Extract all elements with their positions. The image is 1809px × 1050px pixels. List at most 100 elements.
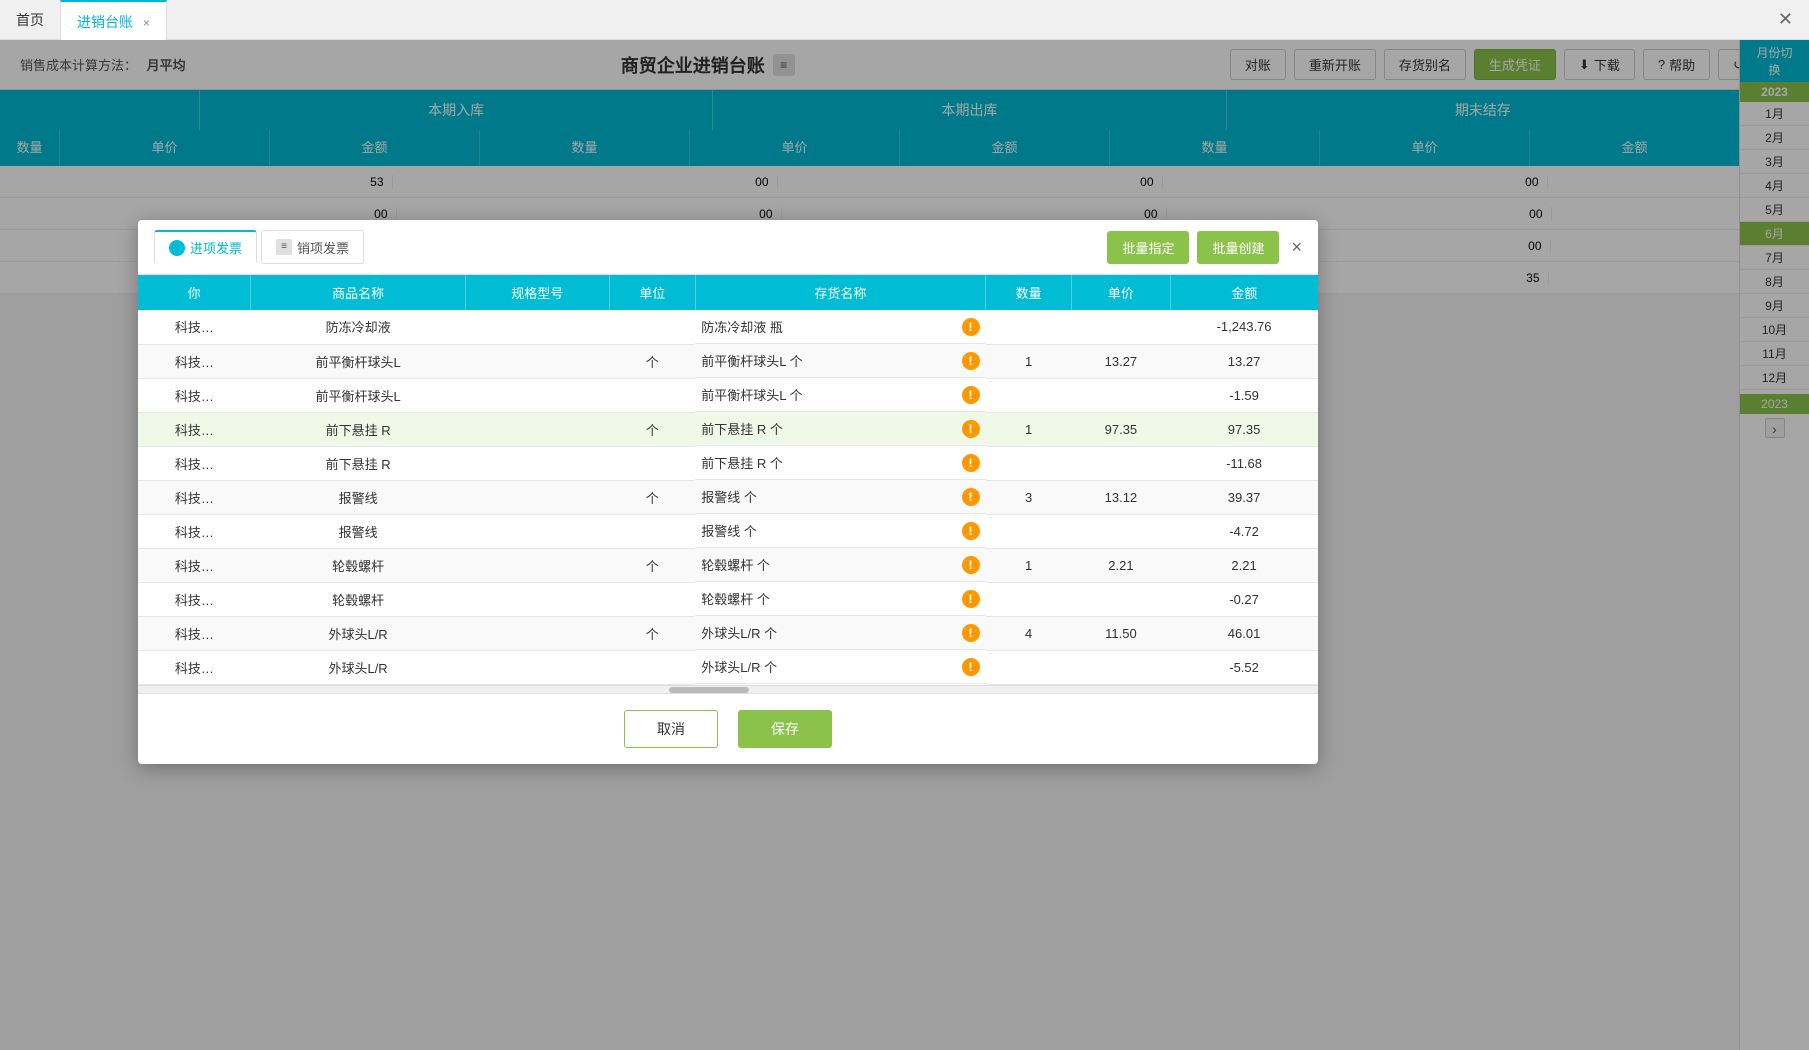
cell-amount: 39.37: [1170, 480, 1318, 514]
cell-amount: -0.27: [1170, 582, 1318, 616]
main-page: 销售成本计算方法： 月平均 商贸企业进销台账 ≡ 对账 重新开账 存货别名 生成…: [0, 40, 1809, 1050]
cell-unit: 个: [609, 412, 695, 446]
warning-icon[interactable]: !: [962, 556, 980, 574]
cell-unit-price: [1072, 310, 1170, 344]
cell-quantity: [986, 650, 1072, 684]
dialog-tabs: 进项发票 ≡ 销项发票: [154, 230, 364, 264]
tab-close-icon[interactable]: ×: [143, 16, 150, 30]
cell-amount: -1.59: [1170, 378, 1318, 412]
cell-amount: -4.72: [1170, 514, 1318, 548]
warning-icon[interactable]: !: [962, 488, 980, 506]
th-amount: 金额: [1170, 275, 1318, 310]
income-invoice-icon: [169, 240, 185, 256]
cell-product: 外球头L/R: [251, 616, 466, 650]
warning-icon[interactable]: !: [962, 352, 980, 370]
batch-create-button[interactable]: 批量创建: [1197, 231, 1279, 264]
cell-spec: [465, 378, 609, 412]
warning-icon[interactable]: !: [962, 624, 980, 642]
cell-unit-price: 11.50: [1072, 616, 1170, 650]
table-row: 科技…报警线报警线 个!-4.72: [138, 514, 1318, 548]
cell-spec: [465, 412, 609, 446]
cell-amount: -11.68: [1170, 446, 1318, 480]
cell-stock: 轮毂螺杆 个!: [695, 582, 985, 616]
cell-unit-price: [1072, 446, 1170, 480]
cell-unit: [609, 446, 695, 480]
th-stock-name: 存货名称: [695, 275, 985, 310]
cell-quantity: 1: [986, 344, 1072, 378]
table-body: 科技…防冻冷却液防冻冷却液 瓶!-1,243.76科技…前平衡杆球头L个前平衡杆…: [138, 310, 1318, 684]
cell-stock: 轮毂螺杆 个!: [695, 548, 985, 582]
cell-unit: [609, 582, 695, 616]
table-row: 科技…轮毂螺杆轮毂螺杆 个!-0.27: [138, 582, 1318, 616]
table-row: 科技…外球头L/R个外球头L/R 个!411.5046.01: [138, 616, 1318, 650]
warning-icon[interactable]: !: [962, 454, 980, 472]
save-button[interactable]: 保存: [738, 710, 832, 748]
dialog-scrollbar-thumb[interactable]: [669, 687, 749, 693]
cell-company: 科技…: [138, 582, 251, 616]
cell-unit: [609, 310, 695, 344]
cell-company: 科技…: [138, 344, 251, 378]
cell-stock: 前下悬挂 R 个!: [695, 412, 985, 446]
cell-spec: [465, 310, 609, 344]
table-row: 科技…报警线个报警线 个!313.1239.37: [138, 480, 1318, 514]
cell-company: 科技…: [138, 310, 251, 344]
th-unit: 单位: [609, 275, 695, 310]
cell-quantity: 4: [986, 616, 1072, 650]
dialog-close-button[interactable]: ×: [1291, 237, 1302, 258]
page-content: 销售成本计算方法： 月平均 商贸企业进销台账 ≡ 对账 重新开账 存货别名 生成…: [0, 40, 1809, 1050]
cell-spec: [465, 446, 609, 480]
tab-ledger[interactable]: 进销台账 ×: [60, 0, 167, 40]
cell-unit: [609, 514, 695, 548]
th-company: 你: [138, 275, 251, 310]
cell-unit-price: [1072, 514, 1170, 548]
th-spec: 规格型号: [465, 275, 609, 310]
batch-assign-button[interactable]: 批量指定: [1107, 231, 1189, 264]
cell-quantity: [986, 582, 1072, 616]
cell-product: 前平衡杆球头L: [251, 378, 466, 412]
cell-quantity: 3: [986, 480, 1072, 514]
cell-unit: 个: [609, 548, 695, 582]
cell-spec: [465, 616, 609, 650]
th-unit-price: 单价: [1072, 275, 1170, 310]
cancel-button[interactable]: 取消: [624, 710, 718, 748]
cell-quantity: [986, 310, 1072, 344]
window-close-button[interactable]: ✕: [1770, 9, 1801, 30]
cell-amount: 97.35: [1170, 412, 1318, 446]
dialog-table-container[interactable]: 你 商品名称 规格型号 单位 存货名称 数量 单价 金额 科技…防冻冷却液防冻冷…: [138, 275, 1318, 685]
table-header-row: 你 商品名称 规格型号 单位 存货名称 数量 单价 金额: [138, 275, 1318, 310]
warning-icon[interactable]: !: [962, 522, 980, 540]
dialog-footer: 取消 保存: [138, 693, 1318, 764]
cell-product: 外球头L/R: [251, 650, 466, 684]
cell-unit-price: 2.21: [1072, 548, 1170, 582]
cell-quantity: [986, 378, 1072, 412]
cell-unit-price: 97.35: [1072, 412, 1170, 446]
cell-amount: 46.01: [1170, 616, 1318, 650]
cell-unit: [609, 378, 695, 412]
cell-amount: 2.21: [1170, 548, 1318, 582]
warning-icon[interactable]: !: [962, 658, 980, 676]
table-head: 你 商品名称 规格型号 单位 存货名称 数量 单价 金额: [138, 275, 1318, 310]
cell-stock: 前平衡杆球头L 个!: [695, 344, 985, 378]
cell-quantity: 1: [986, 412, 1072, 446]
table-row: 科技…前平衡杆球头L前平衡杆球头L 个!-1.59: [138, 378, 1318, 412]
tab-sales-invoice[interactable]: ≡ 销项发票: [261, 230, 364, 264]
warning-icon[interactable]: !: [962, 590, 980, 608]
warning-icon[interactable]: !: [962, 386, 980, 404]
cell-unit-price: 13.12: [1072, 480, 1170, 514]
cell-stock: 防冻冷却液 瓶!: [695, 310, 985, 344]
warning-icon[interactable]: !: [962, 420, 980, 438]
warning-icon[interactable]: !: [962, 318, 980, 336]
cell-company: 科技…: [138, 548, 251, 582]
dialog-table: 你 商品名称 规格型号 单位 存货名称 数量 单价 金额 科技…防冻冷却液防冻冷…: [138, 275, 1318, 685]
dialog-scrollbar[interactable]: [138, 685, 1318, 693]
th-product-name: 商品名称: [251, 275, 466, 310]
tab-home[interactable]: 首页: [0, 0, 60, 40]
dialog: 进项发票 ≡ 销项发票 批量指定 批量创建 ×: [138, 220, 1318, 764]
tab-income-invoice[interactable]: 进项发票: [154, 230, 257, 264]
cell-stock: 前下悬挂 R 个!: [695, 446, 985, 480]
cell-stock: 外球头L/R 个!: [695, 616, 985, 650]
cell-spec: [465, 514, 609, 548]
cell-product: 前下悬挂 R: [251, 446, 466, 480]
cell-company: 科技…: [138, 650, 251, 684]
cell-product: 前下悬挂 R: [251, 412, 466, 446]
